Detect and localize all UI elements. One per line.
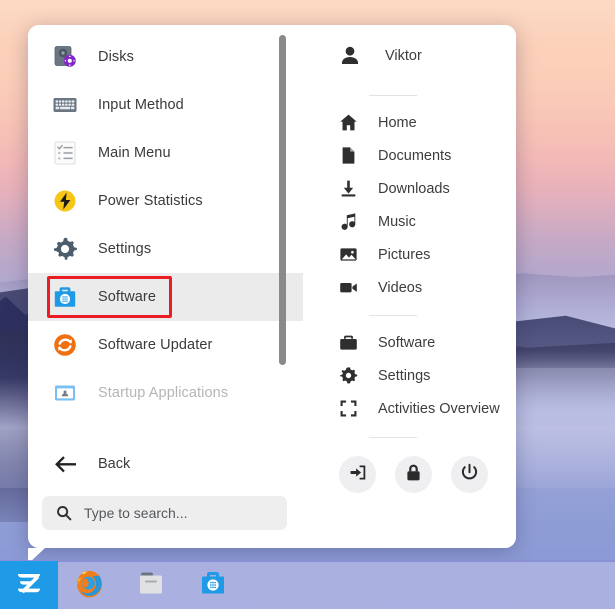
place-item-documents[interactable]: Documents xyxy=(339,139,516,172)
taskbar xyxy=(0,560,615,609)
app-list-item-settings[interactable]: Settings xyxy=(28,225,303,273)
app-list-item-label: Input Method xyxy=(98,97,184,113)
user-avatar-icon xyxy=(339,45,361,67)
session-action-buttons[interactable] xyxy=(339,456,516,493)
place-item-label: Videos xyxy=(378,279,423,296)
app-list-scrollbar[interactable] xyxy=(279,35,286,365)
app-list-item-label: Startup Applications xyxy=(98,385,229,401)
disks-icon xyxy=(52,44,78,70)
picture-icon xyxy=(339,245,358,264)
place-item-videos[interactable]: Videos xyxy=(339,271,516,304)
user-account-item[interactable]: Viktor xyxy=(339,25,516,87)
search-input[interactable]: Type to search... xyxy=(42,496,287,530)
gear-icon xyxy=(339,366,358,385)
back-button[interactable]: Back xyxy=(28,438,303,490)
gear-icon xyxy=(52,236,78,262)
place-item-home[interactable]: Home xyxy=(339,106,516,139)
app-list-item-label: Main Menu xyxy=(98,145,171,161)
menu-right-pane: Viktor Home Documents Downloads Music Pictur… xyxy=(303,25,516,548)
software-bag-icon xyxy=(198,568,228,603)
app-list-item-main-menu[interactable]: Main Menu xyxy=(28,129,303,177)
application-menu-panel: Disks Input Method Main Menu Power Statisti… xyxy=(28,25,516,548)
place-item-label: Downloads xyxy=(378,180,450,197)
system-item-label: Activities Overview xyxy=(378,400,500,417)
keyboard-icon xyxy=(52,92,78,118)
zorin-menu-button[interactable] xyxy=(0,561,58,609)
corners-icon xyxy=(339,399,358,418)
briefcase-icon xyxy=(339,333,358,352)
app-list-item-disks[interactable]: Disks xyxy=(28,33,303,81)
app-list-item-label: Settings xyxy=(98,241,152,257)
taskbar-item-files[interactable] xyxy=(120,561,182,609)
place-item-label: Documents xyxy=(378,147,452,164)
logout-icon xyxy=(348,463,367,487)
home-icon xyxy=(339,113,358,132)
place-item-label: Pictures xyxy=(378,246,431,263)
app-list-item-power-statistics[interactable]: Power Statistics xyxy=(28,177,303,225)
place-item-pictures[interactable]: Pictures xyxy=(339,238,516,271)
app-list-item-startup-applications: Startup Applications xyxy=(28,369,303,417)
place-item-label: Home xyxy=(378,114,417,131)
divider-2 xyxy=(369,315,417,316)
app-list-item-software[interactable]: Software xyxy=(28,273,303,321)
place-item-downloads[interactable]: Downloads xyxy=(339,172,516,205)
user-name-label: Viktor xyxy=(385,48,422,64)
checklist-icon xyxy=(52,140,78,166)
application-list[interactable]: Disks Input Method Main Menu Power Statisti… xyxy=(28,25,303,438)
power-button[interactable] xyxy=(451,456,488,493)
music-note-icon xyxy=(339,212,358,231)
refresh-circle-icon xyxy=(52,332,78,358)
zorin-logo-icon xyxy=(13,567,45,604)
search-icon xyxy=(56,505,72,521)
app-list-item-input-method[interactable]: Input Method xyxy=(28,81,303,129)
place-item-label: Music xyxy=(378,213,416,230)
place-item-music[interactable]: Music xyxy=(339,205,516,238)
power-icon xyxy=(460,463,479,487)
arrow-left-icon xyxy=(52,451,78,477)
power-bolt-icon xyxy=(52,188,78,214)
system-item-activities-overview[interactable]: Activities Overview xyxy=(339,392,516,425)
document-icon xyxy=(339,146,358,165)
system-list[interactable]: Software Settings Activities Overview xyxy=(339,326,516,425)
logout-button[interactable] xyxy=(339,456,376,493)
system-item-settings[interactable]: Settings xyxy=(339,359,516,392)
lock-icon xyxy=(404,463,423,487)
firefox-icon xyxy=(73,567,106,605)
software-bag-icon xyxy=(52,284,78,310)
lock-button[interactable] xyxy=(395,456,432,493)
app-list-item-label: Software Updater xyxy=(98,337,213,353)
system-item-label: Software xyxy=(378,334,436,351)
app-list-item-label: Disks xyxy=(98,49,134,65)
app-list-item-label: Power Statistics xyxy=(98,193,203,209)
menu-left-pane: Disks Input Method Main Menu Power Statisti… xyxy=(28,25,303,548)
search-placeholder: Type to search... xyxy=(84,505,188,521)
startup-window-icon xyxy=(52,380,78,406)
files-icon xyxy=(135,567,167,604)
places-list[interactable]: Home Documents Downloads Music Pictures Video… xyxy=(339,106,516,304)
back-label: Back xyxy=(98,456,131,472)
download-icon xyxy=(339,179,358,198)
divider-3 xyxy=(369,437,417,438)
system-item-software[interactable]: Software xyxy=(339,326,516,359)
system-item-label: Settings xyxy=(378,367,431,384)
taskbar-item-firefox[interactable] xyxy=(58,561,120,609)
taskbar-item-software[interactable] xyxy=(182,561,244,609)
video-camera-icon xyxy=(339,278,358,297)
divider-1 xyxy=(369,95,417,96)
app-list-item-label: Software xyxy=(98,289,157,305)
app-list-item-software-updater[interactable]: Software Updater xyxy=(28,321,303,369)
